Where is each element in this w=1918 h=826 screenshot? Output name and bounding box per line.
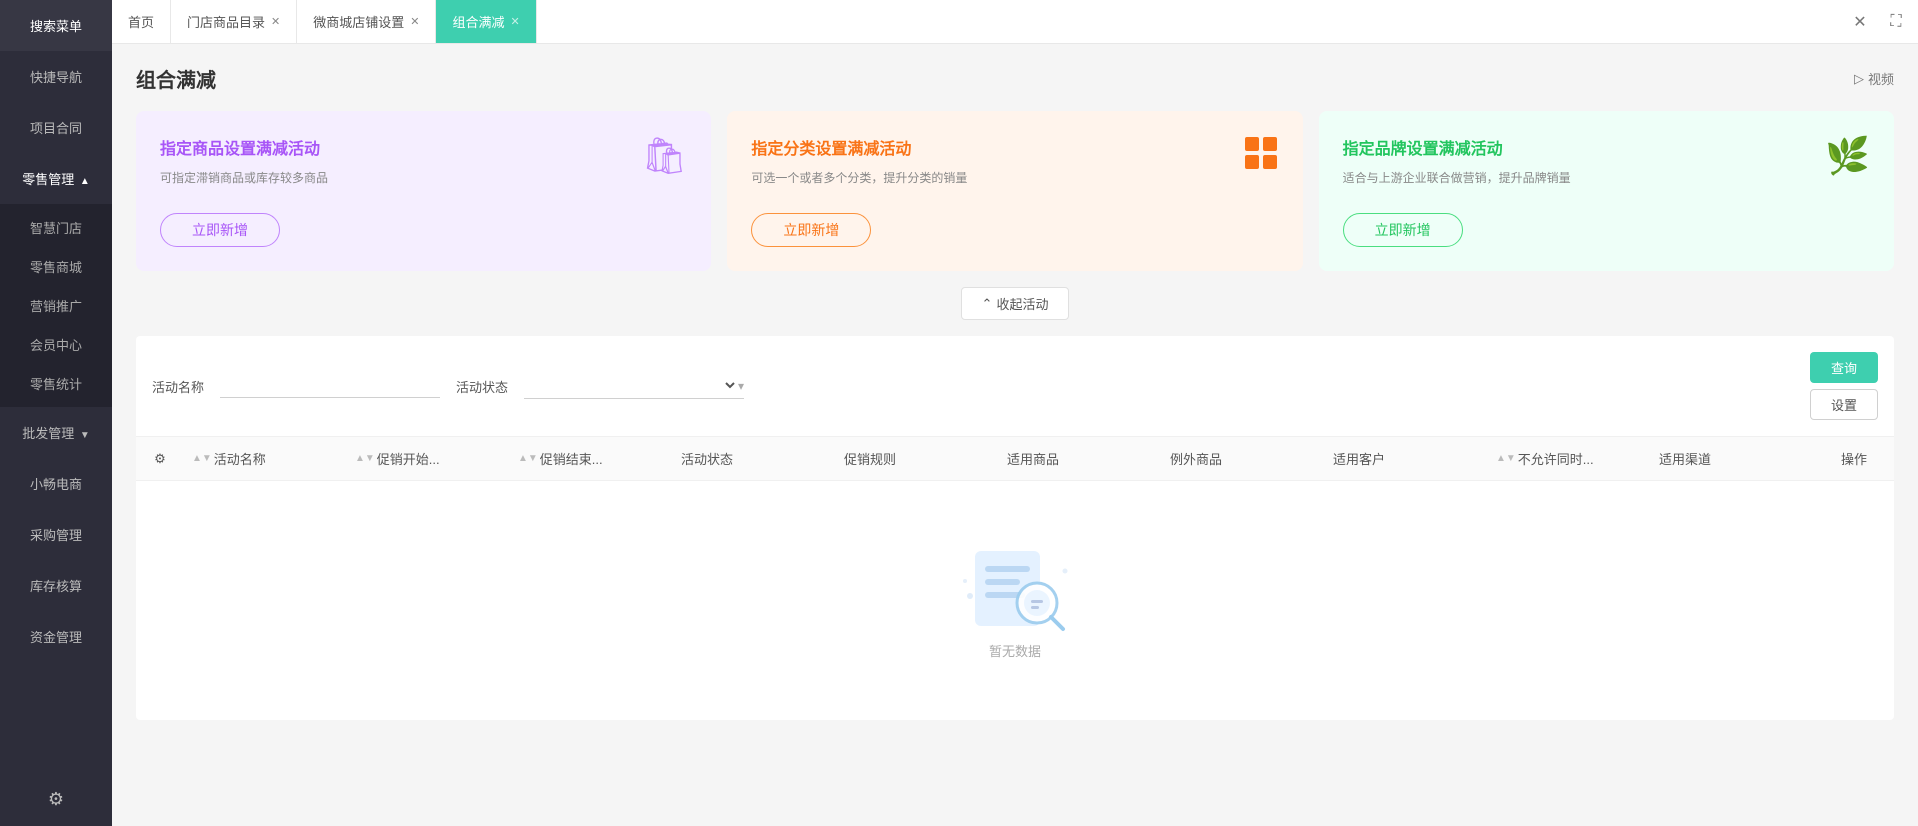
empty-illustration — [955, 541, 1075, 641]
page-header: 组合满减 ▷ 视频 — [136, 64, 1894, 93]
sidebar-item-search[interactable]: 搜索菜单 — [0, 0, 112, 51]
brand-card-title: 指定品牌设置满减活动 — [1343, 135, 1870, 159]
tabbar: 首页 门店商品目录 ✕ 微商城店铺设置 ✕ 组合满减 ✕ ✕ ⛶ — [112, 0, 1918, 44]
play-icon: ▷ — [1854, 71, 1864, 87]
tab-home[interactable]: 首页 — [112, 0, 171, 43]
expand-icon: ⛶ — [1890, 13, 1901, 31]
activity-status-select-wrapper: ▾ — [524, 373, 744, 399]
th-exception-products: 例外商品 — [1162, 437, 1325, 480]
gear-icon: ⚙ — [48, 789, 64, 809]
search-label: 搜索菜单 — [30, 19, 82, 34]
collapse-activity-btn[interactable]: ⌃ 收起活动 — [961, 287, 1070, 320]
activity-name-input[interactable] — [220, 374, 440, 398]
setting-btn[interactable]: 设置 — [1810, 389, 1878, 420]
sort-icon-no-simultaneous[interactable]: ▲▼ — [1496, 454, 1516, 464]
category-activity-card: 指定分类设置满减活动 可选一个或者多个分类，提升分类的销量 立即新增 — [727, 111, 1302, 271]
filter-actions: 查询 设置 — [1810, 352, 1878, 420]
collapse-icon: ⌃ — [982, 296, 993, 312]
wholesale-arrow: ▼ — [80, 430, 90, 441]
activity-status-select[interactable] — [524, 377, 738, 394]
sort-icon-promo-end[interactable]: ▲▼ — [518, 454, 538, 464]
th-promo-start: ▲▼ 促销开始... — [347, 437, 510, 480]
sidebar-item-inventory[interactable]: 库存核算 — [0, 560, 112, 611]
th-gear[interactable]: ⚙ — [136, 439, 184, 479]
video-link[interactable]: ▷ 视频 — [1854, 69, 1894, 88]
category-card-add-btn[interactable]: 立即新增 — [751, 213, 871, 247]
sidebar-item-purchase-mgmt[interactable]: 采购管理 — [0, 509, 112, 560]
cards-row: 🛍 指定商品设置满减活动 可指定滞销商品或库存较多商品 立即新增 指定分类设置满… — [136, 111, 1894, 271]
table-header: ⚙ ▲▼ 活动名称 ▲▼ 促销开始... ▲▼ 促销结束... 活动状态 — [136, 437, 1894, 481]
collapse-row: ⌃ 收起活动 — [136, 287, 1894, 320]
page-title: 组合满减 — [136, 64, 216, 93]
tab-wechat-store-close[interactable]: ✕ — [410, 15, 419, 28]
sidebar-item-retail-stats[interactable]: 零售统计 — [0, 364, 112, 403]
table-gear-icon: ⚙ — [154, 451, 166, 467]
sidebar-item-fund-mgmt[interactable]: 资金管理 — [0, 611, 112, 662]
th-activity-status: 活动状态 — [673, 437, 836, 480]
product-card-desc: 可指定滞销商品或库存较多商品 — [160, 169, 687, 188]
close-window-icon: ✕ — [1853, 12, 1866, 32]
sidebar-settings-btn[interactable]: ⚙ — [0, 773, 112, 826]
tab-combo-discount-close[interactable]: ✕ — [511, 15, 520, 28]
sidebar-item-project-contract[interactable]: 项目合同 — [0, 102, 112, 153]
activity-name-label: 活动名称 — [152, 377, 204, 396]
tabbar-actions: ✕ ⛶ — [1846, 8, 1918, 36]
select-chevron-icon: ▾ — [738, 379, 744, 393]
th-promo-rule: 促销规则 — [836, 437, 999, 480]
category-card-icon — [1243, 135, 1279, 179]
table-wrap: ⚙ ▲▼ 活动名称 ▲▼ 促销开始... ▲▼ 促销结束... 活动状态 — [136, 437, 1894, 720]
sidebar-item-smart-store[interactable]: 智慧门店 — [0, 208, 112, 247]
th-activity-name: ▲▼ 活动名称 — [184, 437, 347, 480]
tab-combo-discount[interactable]: 组合满减 ✕ — [436, 0, 536, 43]
tab-wechat-store-settings[interactable]: 微商城店铺设置 ✕ — [297, 0, 436, 43]
sort-icon-activity-name[interactable]: ▲▼ — [192, 454, 212, 464]
brand-card-add-btn[interactable]: 立即新增 — [1343, 213, 1463, 247]
product-card-icon: 🛍 — [642, 135, 688, 177]
tab-store-catalog-close[interactable]: ✕ — [271, 15, 280, 28]
product-card-title: 指定商品设置满减活动 — [160, 135, 687, 159]
tab-store-catalog[interactable]: 门店商品目录 ✕ — [171, 0, 297, 43]
th-no-simultaneous: ▲▼ 不允许同时... — [1488, 437, 1651, 480]
sidebar-submenu-retail: 智慧门店 零售商城 营销推广 会员中心 零售统计 — [0, 204, 112, 407]
product-card-add-btn[interactable]: 立即新增 — [160, 213, 280, 247]
sidebar-item-quick-nav[interactable]: 快捷导航 — [0, 51, 112, 102]
sidebar-item-wholesale-mgmt[interactable]: 批发管理 ▼ — [0, 407, 112, 458]
content-area: 组合满减 ▷ 视频 🛍 指定商品设置满减活动 可指定滞销商品或库存较多商品 立即… — [112, 44, 1918, 826]
brand-card-desc: 适合与上游企业联合做营销，提升品牌销量 — [1343, 169, 1870, 188]
category-card-desc: 可选一个或者多个分类，提升分类的销量 — [751, 169, 1278, 188]
empty-state: 暂无数据 — [136, 481, 1894, 720]
sidebar-item-marketing[interactable]: 营销推广 — [0, 286, 112, 325]
th-applicable-products: 适用商品 — [999, 437, 1162, 480]
retail-mgmt-arrow: ▲ — [80, 176, 90, 187]
sidebar: 搜索菜单 快捷导航 项目合同 零售管理 ▲ 智慧门店 零售商城 营销推广 会员中… — [0, 0, 112, 826]
sidebar-item-retail-mgmt[interactable]: 零售管理 ▲ — [0, 153, 112, 204]
sort-icon-promo-start[interactable]: ▲▼ — [355, 454, 375, 464]
th-applicable-customers: 适用客户 — [1325, 437, 1488, 480]
category-card-title: 指定分类设置满减活动 — [751, 135, 1278, 159]
th-applicable-channels: 适用渠道 — [1651, 437, 1814, 480]
th-operations: 操作 — [1814, 437, 1894, 480]
expand-window-btn[interactable]: ⛶ — [1882, 8, 1910, 36]
brand-activity-card: 🌿 指定品牌设置满减活动 适合与上游企业联合做营销，提升品牌销量 立即新增 — [1319, 111, 1894, 271]
sidebar-item-retail-mall[interactable]: 零售商城 — [0, 247, 112, 286]
query-btn[interactable]: 查询 — [1810, 352, 1878, 383]
product-activity-card: 🛍 指定商品设置满减活动 可指定滞销商品或库存较多商品 立即新增 — [136, 111, 711, 271]
empty-text: 暂无数据 — [989, 641, 1041, 660]
sidebar-item-member-center[interactable]: 会员中心 — [0, 325, 112, 364]
sidebar-item-xiaochangec[interactable]: 小畅电商 — [0, 458, 112, 509]
collapse-label: 收起活动 — [996, 294, 1048, 313]
th-promo-end: ▲▼ 促销结束... — [510, 437, 673, 480]
activity-status-label: 活动状态 — [456, 377, 508, 396]
main-area: 首页 门店商品目录 ✕ 微商城店铺设置 ✕ 组合满减 ✕ ✕ ⛶ 组合满减 — [112, 0, 1918, 826]
brand-card-icon: 🌿 — [1825, 135, 1870, 177]
close-window-btn[interactable]: ✕ — [1846, 8, 1874, 36]
filter-row: 活动名称 活动状态 ▾ 查询 设置 — [136, 336, 1894, 437]
